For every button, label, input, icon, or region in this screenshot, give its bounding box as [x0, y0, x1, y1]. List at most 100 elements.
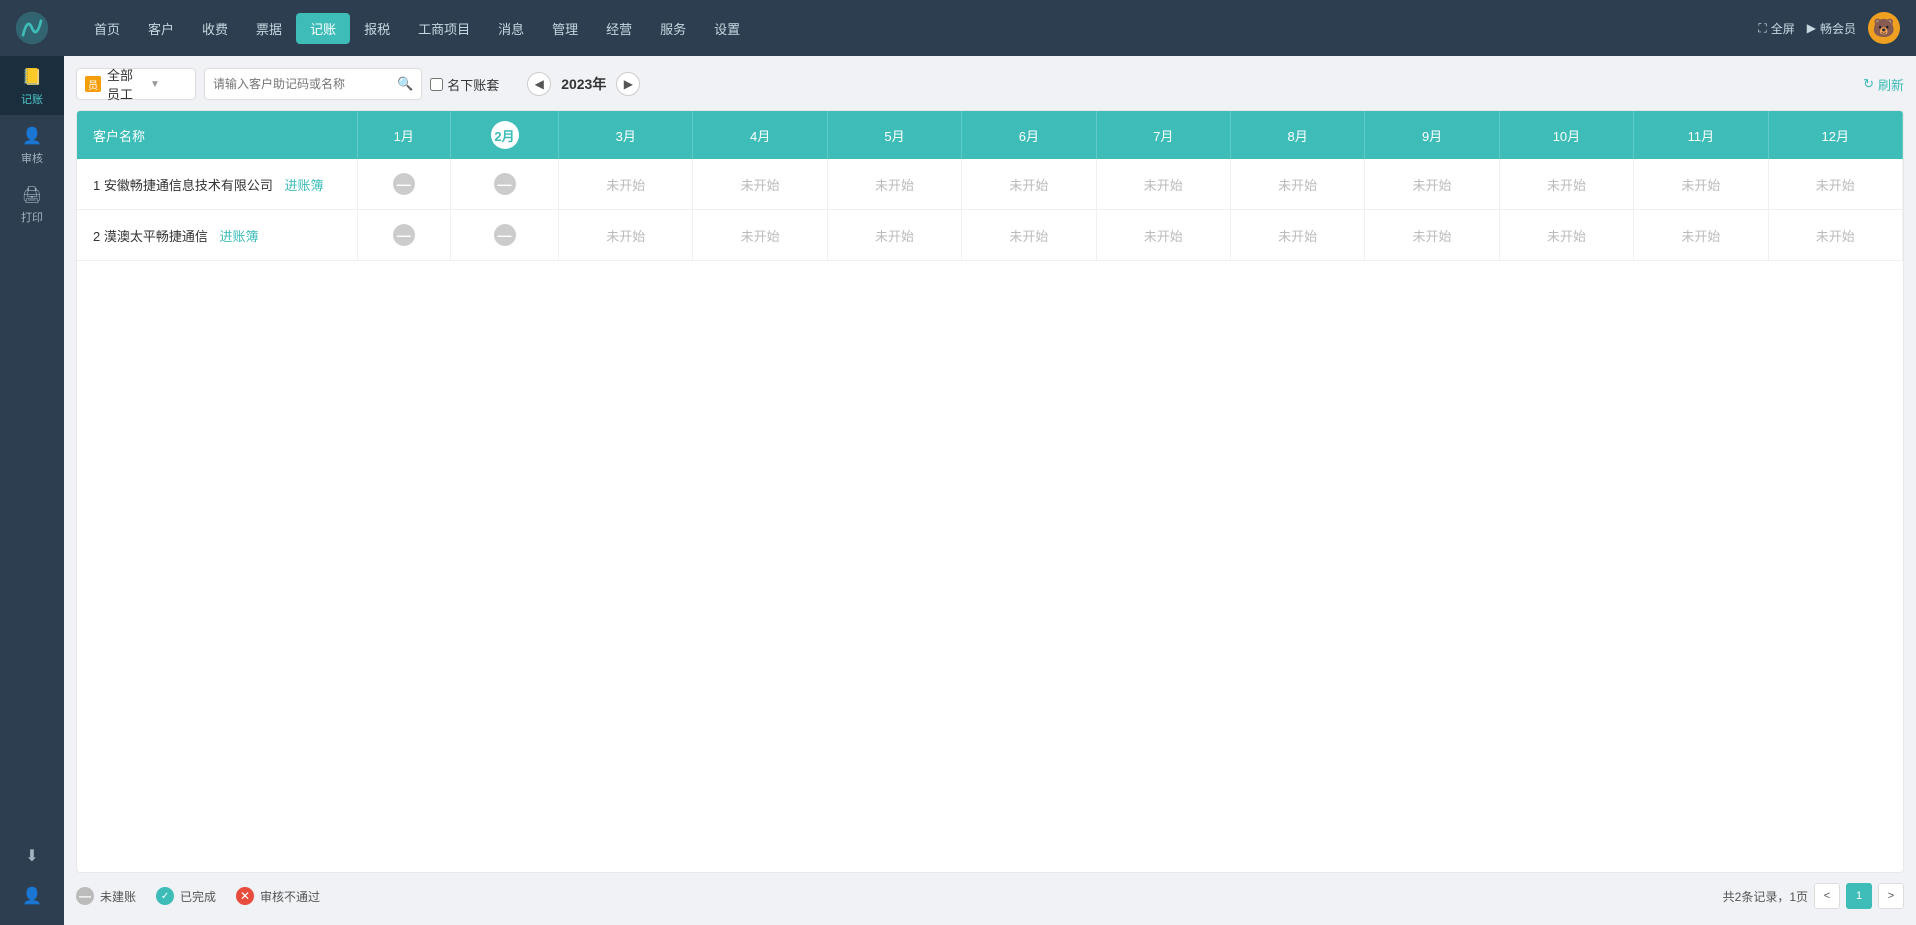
- vip-button[interactable]: ▶ 畅会员: [1807, 20, 1856, 37]
- col-header-dec: 12月: [1768, 111, 1902, 159]
- sidebar-item-audit-label: 审核: [21, 150, 43, 166]
- month-cell-11: 未开始: [1634, 210, 1768, 261]
- month-cell-9: 未开始: [1365, 159, 1499, 210]
- status-circle[interactable]: —: [494, 224, 516, 246]
- prev-page-button[interactable]: <: [1814, 883, 1840, 909]
- status-circle[interactable]: —: [393, 173, 415, 195]
- footer: — 未建账 ✓ 已完成 ✕ 审核不通过 共2条记录，1页 < 1 >: [76, 873, 1904, 913]
- legend-done: ✓ 已完成: [156, 887, 216, 905]
- refresh-label: 刷新: [1878, 75, 1904, 94]
- month-cell-4: 未开始: [693, 210, 827, 261]
- month-cell-2[interactable]: —: [451, 159, 559, 210]
- vip-label: 畅会员: [1820, 20, 1856, 37]
- not-started-text: 未开始: [1144, 178, 1183, 193]
- nav-biz[interactable]: 工商项目: [404, 13, 484, 44]
- status-circle[interactable]: —: [393, 224, 415, 246]
- year-display: 2023年: [561, 74, 606, 94]
- total-records-text: 共2条记录，1页: [1723, 888, 1808, 905]
- vip-icon: ▶: [1807, 21, 1816, 35]
- enter-ledger-link[interactable]: 进账簿: [220, 229, 259, 244]
- sidebar-item-user[interactable]: 👤: [0, 875, 64, 915]
- sidebar-item-audit[interactable]: 👤 审核: [0, 115, 64, 174]
- nav-msg[interactable]: 消息: [484, 13, 538, 44]
- sidebar-item-bookkeep[interactable]: 📒 记账: [0, 56, 64, 115]
- enter-ledger-link[interactable]: 进账簿: [285, 178, 324, 193]
- nav-svc[interactable]: 服务: [646, 13, 700, 44]
- top-navigation: 首页 客户 收费 票据 记账 报税 工商项目 消息 管理 经营 服务 设置 ⛶ …: [64, 0, 1916, 56]
- fullscreen-icon: ⛶: [1758, 21, 1766, 36]
- nav-bookkeep[interactable]: 记账: [296, 13, 350, 44]
- month-cell-1[interactable]: —: [357, 159, 451, 210]
- not-started-text: 未开始: [1547, 229, 1586, 244]
- status-circle[interactable]: —: [494, 173, 516, 195]
- current-page-button[interactable]: 1: [1846, 883, 1872, 909]
- sidebar-bottom: ⬇ 👤: [0, 835, 64, 925]
- month-cell-5: 未开始: [827, 159, 961, 210]
- nav-client[interactable]: 客户: [134, 13, 188, 44]
- employee-select[interactable]: 员 全部员工 ▼: [76, 68, 196, 100]
- month-cell-3: 未开始: [559, 210, 693, 261]
- col-header-jan: 1月: [357, 111, 451, 159]
- not-started-text: 未开始: [1009, 229, 1048, 244]
- col-header-nov: 11月: [1634, 111, 1768, 159]
- search-wrap: 🔍: [204, 68, 422, 100]
- col-header-aug: 8月: [1230, 111, 1364, 159]
- legend-done-label: 已完成: [180, 888, 216, 905]
- nav-settings[interactable]: 设置: [700, 13, 754, 44]
- client-name-cell: 1 安徽畅捷通信息技术有限公司 进账簿: [77, 159, 357, 210]
- fullscreen-label: 全屏: [1771, 20, 1795, 37]
- bookkeep-icon: 📒: [18, 66, 46, 88]
- not-started-text: 未开始: [1681, 229, 1720, 244]
- data-table: 客户名称 1月 2月 3月 4月 5月 6月 7月 8月 9月 10月 11月 …: [77, 111, 1903, 261]
- month-cell-9: 未开始: [1365, 210, 1499, 261]
- client-name: 漠澳太平畅捷通信: [104, 229, 208, 244]
- legend-done-icon: ✓: [156, 887, 174, 905]
- month-cell-2[interactable]: —: [451, 210, 559, 261]
- under-account-checkbox[interactable]: [430, 78, 443, 91]
- nav-invoice[interactable]: 票据: [242, 13, 296, 44]
- not-started-text: 未开始: [1413, 178, 1452, 193]
- nav-home[interactable]: 首页: [80, 13, 134, 44]
- nav-ops[interactable]: 经营: [592, 13, 646, 44]
- nav-mgmt[interactable]: 管理: [538, 13, 592, 44]
- nav-fees[interactable]: 收费: [188, 13, 242, 44]
- sidebar: 📒 记账 👤 审核 🖨 打印 ⬇ 👤: [0, 0, 64, 925]
- fullscreen-button[interactable]: ⛶ 全屏: [1758, 20, 1794, 37]
- month-cell-10: 未开始: [1499, 210, 1633, 261]
- table-row: 1 安徽畅捷通信息技术有限公司 进账簿——未开始未开始未开始未开始未开始未开始未…: [77, 159, 1903, 210]
- month-cell-7: 未开始: [1096, 210, 1230, 261]
- checkbox-label[interactable]: 名下账套: [430, 75, 499, 94]
- nav-tax[interactable]: 报税: [350, 13, 404, 44]
- col-header-jun: 6月: [962, 111, 1096, 159]
- legend-fail-label: 审核不通过: [260, 888, 320, 905]
- refresh-icon: ↻: [1863, 76, 1874, 92]
- client-name-cell: 2 漠澳太平畅捷通信 进账簿: [77, 210, 357, 261]
- not-started-text: 未开始: [606, 229, 645, 244]
- row-index: 1: [93, 178, 100, 193]
- col-header-mar: 3月: [559, 111, 693, 159]
- not-started-text: 未开始: [741, 229, 780, 244]
- legend-not-built-icon: —: [76, 887, 94, 905]
- col-header-apr: 4月: [693, 111, 827, 159]
- next-year-button[interactable]: ▶: [616, 72, 640, 96]
- sidebar-item-print[interactable]: 🖨 打印: [0, 174, 64, 233]
- not-started-text: 未开始: [875, 229, 914, 244]
- prev-year-button[interactable]: ◀: [527, 72, 551, 96]
- search-input[interactable]: [213, 77, 393, 91]
- sidebar-item-print-label: 打印: [21, 209, 43, 225]
- sidebar-item-download[interactable]: ⬇: [0, 835, 64, 875]
- col-header-client: 客户名称: [77, 111, 357, 159]
- month-cell-1[interactable]: —: [357, 210, 451, 261]
- search-icon[interactable]: 🔍: [397, 76, 413, 92]
- month-cell-3: 未开始: [559, 159, 693, 210]
- toolbar: 员 全部员工 ▼ 🔍 名下账套 ◀ 2023年 ▶ ↻ 刷新: [76, 68, 1904, 100]
- refresh-button[interactable]: ↻ 刷新: [1863, 75, 1904, 94]
- row-index: 2: [93, 229, 100, 244]
- page-content: 员 全部员工 ▼ 🔍 名下账套 ◀ 2023年 ▶ ↻ 刷新: [64, 56, 1916, 925]
- next-page-button[interactable]: >: [1878, 883, 1904, 909]
- table-row: 2 漠澳太平畅捷通信 进账簿 — — 未开始 未开始 未开始 未开始 未开始 未开始 未开始 未开始…: [77, 210, 1903, 261]
- not-started-text: 未开始: [1547, 178, 1586, 193]
- client-name: 安徽畅捷通信息技术有限公司: [104, 178, 273, 193]
- month-cell-11: 未开始: [1634, 159, 1768, 210]
- avatar[interactable]: 🐻: [1868, 12, 1900, 44]
